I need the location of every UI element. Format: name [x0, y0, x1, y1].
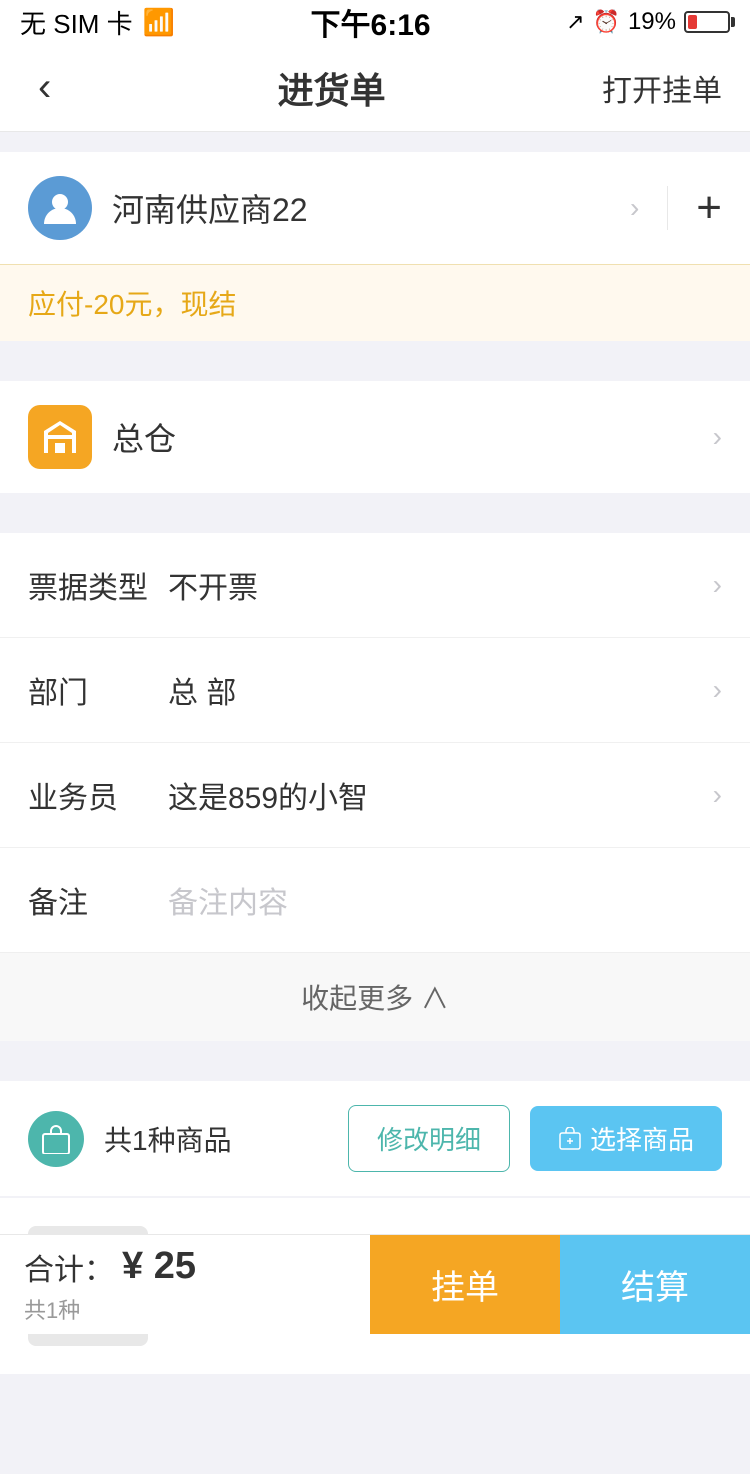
total-label: 合计： — [24, 1245, 114, 1289]
supplier-avatar — [28, 176, 92, 240]
salesman-value: 这是859的小智 — [168, 773, 713, 817]
gap-3 — [0, 493, 750, 513]
alarm-icon: ⏰ — [593, 9, 620, 35]
products-icon — [28, 1111, 84, 1167]
battery-percent: 19% — [628, 8, 676, 36]
warehouse-row[interactable]: 总仓 › — [0, 381, 750, 493]
invoice-arrow-icon: › — [713, 569, 722, 601]
gap-4 — [0, 1041, 750, 1061]
payment-notice: 应付-20元，现结 — [0, 264, 750, 341]
supplier-name: 河南供应商22 — [112, 185, 630, 231]
bottom-spacer — [0, 1374, 750, 1474]
status-bar: 无 SIM 卡 📶 下午6:16 ↗ ⏰ 19% — [0, 0, 750, 44]
department-value: 总 部 — [168, 668, 713, 712]
supplier-card: 河南供应商22 › + 应付-20元，现结 — [0, 152, 750, 341]
department-arrow-icon: › — [713, 674, 722, 706]
total-amount: 合计： ¥ 25 — [24, 1245, 346, 1289]
back-button[interactable]: ‹ — [28, 55, 61, 120]
hang-button[interactable]: 挂单 — [370, 1235, 560, 1334]
products-count: 共1种商品 — [104, 1119, 328, 1159]
salesman-arrow-icon: › — [713, 779, 722, 811]
supplier-row[interactable]: 河南供应商22 › + — [0, 152, 750, 264]
invoice-row[interactable]: 票据类型 不开票 › — [0, 533, 750, 638]
supplier-arrow-icon: › — [630, 192, 639, 224]
remark-row[interactable]: 备注 备注内容 — [0, 848, 750, 952]
status-right: ↗ ⏰ 19% — [566, 8, 730, 36]
gap-2 — [0, 341, 750, 361]
total-section: 合计： ¥ 25 共1种 — [0, 1235, 370, 1334]
nav-bar: ‹ 进货单 打开挂单 — [0, 44, 750, 132]
collapse-bar[interactable]: 收起更多 ∧ — [0, 952, 750, 1041]
invoice-value: 不开票 — [168, 563, 713, 607]
remark-input[interactable]: 备注内容 — [168, 878, 722, 922]
page-title: 进货单 — [278, 62, 386, 114]
total-value: ¥ 25 — [122, 1245, 196, 1288]
salesman-row[interactable]: 业务员 这是859的小智 › — [0, 743, 750, 848]
form-section: 票据类型 不开票 › 部门 总 部 › 业务员 这是859的小智 › 备注 备注… — [0, 533, 750, 952]
total-count: 共1种 — [24, 1293, 346, 1325]
select-product-label: 选择商品 — [590, 1120, 694, 1157]
products-header: 共1种商品 修改明细 选择商品 — [0, 1081, 750, 1196]
select-product-button[interactable]: 选择商品 — [530, 1106, 722, 1171]
status-carrier: 无 SIM 卡 📶 — [20, 4, 175, 41]
bottom-bar: 合计： ¥ 25 共1种 挂单 结算 — [0, 1234, 750, 1334]
checkout-button[interactable]: 结算 — [560, 1235, 750, 1334]
location-icon: ↗ — [566, 9, 584, 35]
battery-fill — [688, 15, 698, 29]
carrier-text: 无 SIM 卡 — [20, 4, 133, 41]
open-hang-button[interactable]: 打开挂单 — [602, 66, 722, 110]
warehouse-name: 总仓 — [112, 414, 713, 460]
gap-1 — [0, 132, 750, 152]
status-time: 下午6:16 — [311, 0, 431, 44]
warehouse-arrow-icon: › — [713, 421, 722, 453]
department-label: 部门 — [28, 668, 158, 712]
add-supplier-button[interactable]: + — [667, 186, 722, 230]
remark-label: 备注 — [28, 878, 158, 922]
warehouse-icon — [28, 405, 92, 469]
invoice-label: 票据类型 — [28, 563, 158, 607]
edit-detail-button[interactable]: 修改明细 — [348, 1105, 510, 1172]
battery-icon — [684, 11, 730, 33]
salesman-label: 业务员 — [28, 773, 158, 817]
department-row[interactable]: 部门 总 部 › — [0, 638, 750, 743]
wifi-icon: 📶 — [143, 7, 175, 38]
